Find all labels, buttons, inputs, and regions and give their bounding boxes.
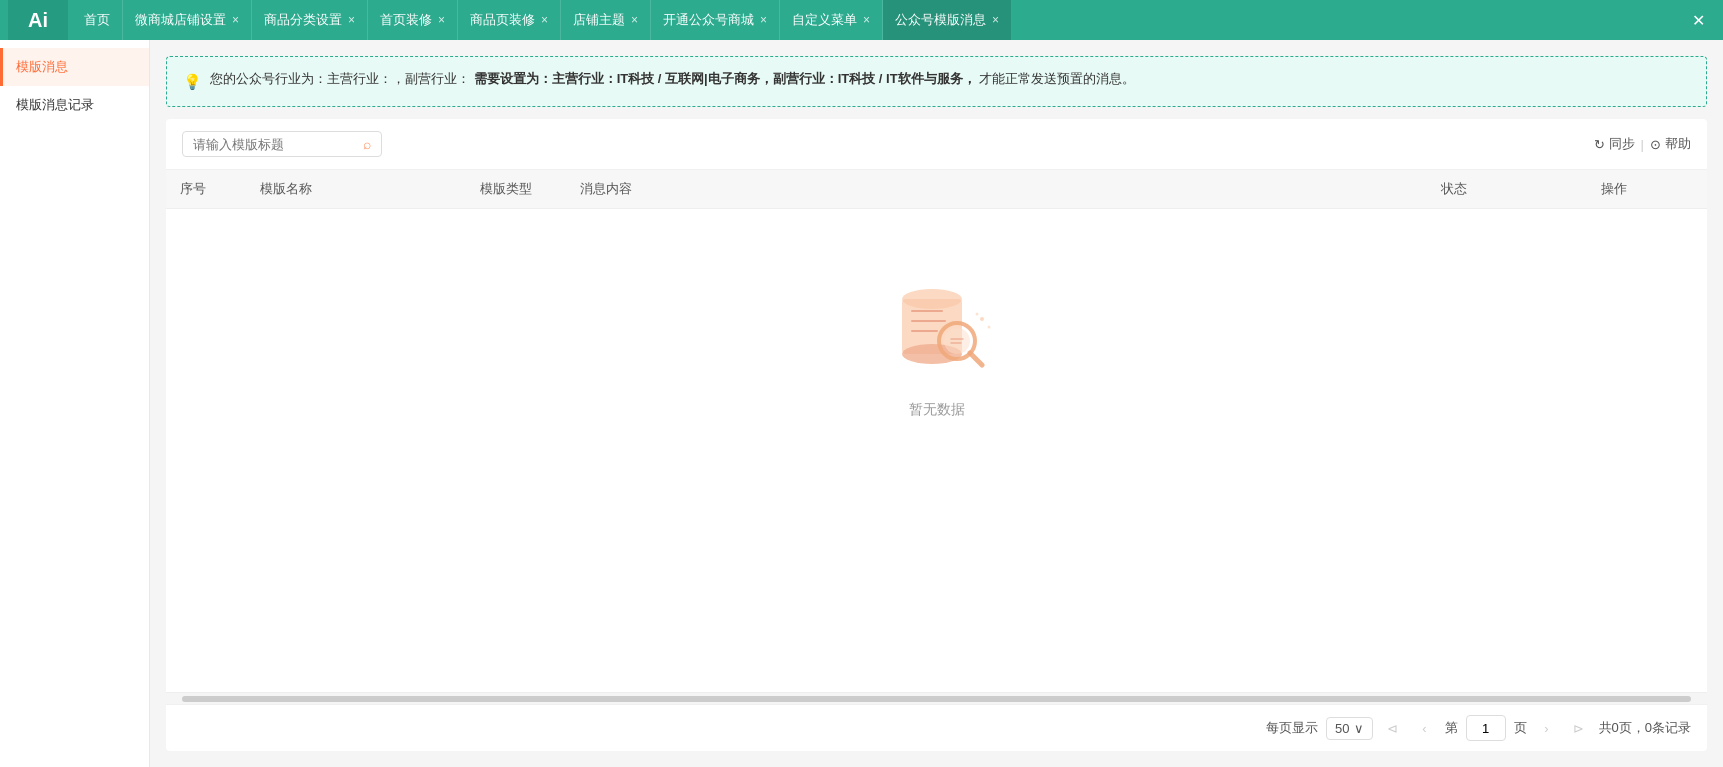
bulb-icon: 💡 (183, 70, 202, 94)
nav-tab-category-label: 商品分类设置 (264, 11, 342, 29)
nav-tab-product-page[interactable]: 商品页装修 × (458, 0, 561, 40)
notice-highlight: 需要设置为：主营行业：IT科技 / 互联网|电子商务，副营行业：IT科技 / I… (474, 71, 976, 86)
page-size-value: 50 (1335, 721, 1349, 736)
help-icon: ⊙ (1650, 137, 1661, 152)
nav-tab-template-msg-label: 公众号模版消息 (895, 11, 986, 29)
app-logo: Ai (8, 0, 68, 40)
data-table: 序号 模版名称 模版类型 消息内容 状态 操作 (166, 170, 1707, 209)
col-header-index: 序号 (166, 170, 246, 209)
sidebar-item-template-msg-label: 模版消息 (16, 59, 68, 74)
svg-point-12 (987, 326, 990, 329)
page-size-select[interactable]: 50 ∨ (1326, 717, 1372, 740)
horizontal-scrollbar[interactable] (166, 692, 1707, 704)
nav-tab-shop-settings-label: 微商城店铺设置 (135, 11, 226, 29)
svg-point-13 (975, 313, 978, 316)
top-navigation: Ai 首页 微商城店铺设置 × 商品分类设置 × 首页装修 × 商品页装修 × … (0, 0, 1723, 40)
search-wrap: ⌕ (182, 131, 382, 157)
nav-tab-home-label: 首页 (84, 11, 110, 29)
prev-page-button[interactable]: ‹ (1413, 716, 1437, 740)
nav-tab-theme-close[interactable]: × (631, 13, 638, 27)
nav-tab-theme-label: 店铺主题 (573, 11, 625, 29)
nav-tab-mp-mall-close[interactable]: × (760, 13, 767, 27)
search-input[interactable] (193, 137, 357, 152)
sync-icon: ↻ (1594, 137, 1605, 152)
nav-tab-custom-menu[interactable]: 自定义菜单 × (780, 0, 883, 40)
pagination: 每页显示 50 ∨ ⊲ ‹ 第 页 › ⊳ 共0页，0条记录 (166, 704, 1707, 751)
svg-line-8 (970, 353, 982, 365)
svg-point-11 (980, 317, 984, 321)
col-header-status: 状态 (1427, 170, 1587, 209)
last-page-button[interactable]: ⊳ (1567, 716, 1591, 740)
nav-tab-product-page-label: 商品页装修 (470, 11, 535, 29)
sidebar-item-template-msg[interactable]: 模版消息 (0, 48, 149, 86)
scroll-track[interactable] (182, 696, 1691, 702)
empty-text: 暂无数据 (909, 401, 965, 419)
nav-tab-mp-mall-label: 开通公众号商城 (663, 11, 754, 29)
table-header-row: 序号 模版名称 模版类型 消息内容 状态 操作 (166, 170, 1707, 209)
toolbar: ⌕ ↻ 同步 | ⊙ 帮助 (166, 119, 1707, 170)
col-header-name: 模版名称 (246, 170, 466, 209)
page-size-label: 每页显示 (1266, 719, 1318, 737)
col-header-content: 消息内容 (566, 170, 1427, 209)
content-card: ⌕ ↻ 同步 | ⊙ 帮助 (166, 119, 1707, 751)
nav-tab-template-msg-close[interactable]: × (992, 13, 999, 27)
nav-tab-shop-settings-close[interactable]: × (232, 13, 239, 27)
col-header-type: 模版类型 (466, 170, 566, 209)
nav-tab-category[interactable]: 商品分类设置 × (252, 0, 368, 40)
svg-point-7 (944, 328, 970, 354)
notice-text: 您的公众号行业为：主营行业：，副营行业： 需要设置为：主营行业：IT科技 / 互… (210, 69, 1135, 90)
nav-tab-homepage[interactable]: 首页装修 × (368, 0, 458, 40)
help-button[interactable]: ⊙ 帮助 (1650, 135, 1691, 153)
page-label-post: 页 (1514, 719, 1527, 737)
nav-tab-custom-menu-close[interactable]: × (863, 13, 870, 27)
main-layout: 模版消息 模版消息记录 💡 您的公众号行业为：主营行业：，副营行业： 需要设置为… (0, 40, 1723, 767)
sync-label: 同步 (1609, 135, 1635, 153)
col-header-action: 操作 (1587, 170, 1707, 209)
toolbar-right: ↻ 同步 | ⊙ 帮助 (1594, 135, 1691, 153)
chevron-down-icon: ∨ (1354, 721, 1364, 736)
nav-tab-homepage-label: 首页装修 (380, 11, 432, 29)
empty-illustration (877, 269, 997, 389)
sidebar-item-template-msg-record[interactable]: 模版消息记录 (0, 86, 149, 124)
next-page-button[interactable]: › (1535, 716, 1559, 740)
first-page-button[interactable]: ⊲ (1381, 716, 1405, 740)
help-label: 帮助 (1665, 135, 1691, 153)
notice-suffix: 才能正常发送预置的消息。 (979, 71, 1135, 86)
nav-tab-shop-settings[interactable]: 微商城店铺设置 × (123, 0, 252, 40)
search-icon[interactable]: ⌕ (363, 136, 371, 152)
nav-tab-custom-menu-label: 自定义菜单 (792, 11, 857, 29)
toolbar-divider: | (1641, 137, 1644, 152)
current-page-input[interactable] (1466, 715, 1506, 741)
nav-tab-theme[interactable]: 店铺主题 × (561, 0, 651, 40)
page-label-pre: 第 (1445, 719, 1458, 737)
nav-tab-mp-mall[interactable]: 开通公众号商城 × (651, 0, 780, 40)
main-content: 💡 您的公众号行业为：主营行业：，副营行业： 需要设置为：主营行业：IT科技 /… (150, 40, 1723, 767)
nav-tab-home[interactable]: 首页 (72, 0, 123, 40)
nav-tab-category-close[interactable]: × (348, 13, 355, 27)
total-text: 共0页，0条记录 (1599, 719, 1691, 737)
notice-prefix: 您的公众号行业为：主营行业：，副营行业： (210, 71, 470, 86)
table-wrap: 序号 模版名称 模版类型 消息内容 状态 操作 (166, 170, 1707, 692)
notice-banner: 💡 您的公众号行业为：主营行业：，副营行业： 需要设置为：主营行业：IT科技 /… (166, 56, 1707, 107)
nav-tab-template-msg[interactable]: 公众号模版消息 × (883, 0, 1012, 40)
sidebar-item-template-msg-record-label: 模版消息记录 (16, 97, 94, 112)
sidebar: 模版消息 模版消息记录 (0, 40, 150, 767)
empty-state: 暂无数据 (166, 209, 1707, 459)
sync-button[interactable]: ↻ 同步 (1594, 135, 1635, 153)
nav-tab-homepage-close[interactable]: × (438, 13, 445, 27)
close-all-tabs-button[interactable]: ✕ (1682, 11, 1715, 30)
nav-tab-product-page-close[interactable]: × (541, 13, 548, 27)
